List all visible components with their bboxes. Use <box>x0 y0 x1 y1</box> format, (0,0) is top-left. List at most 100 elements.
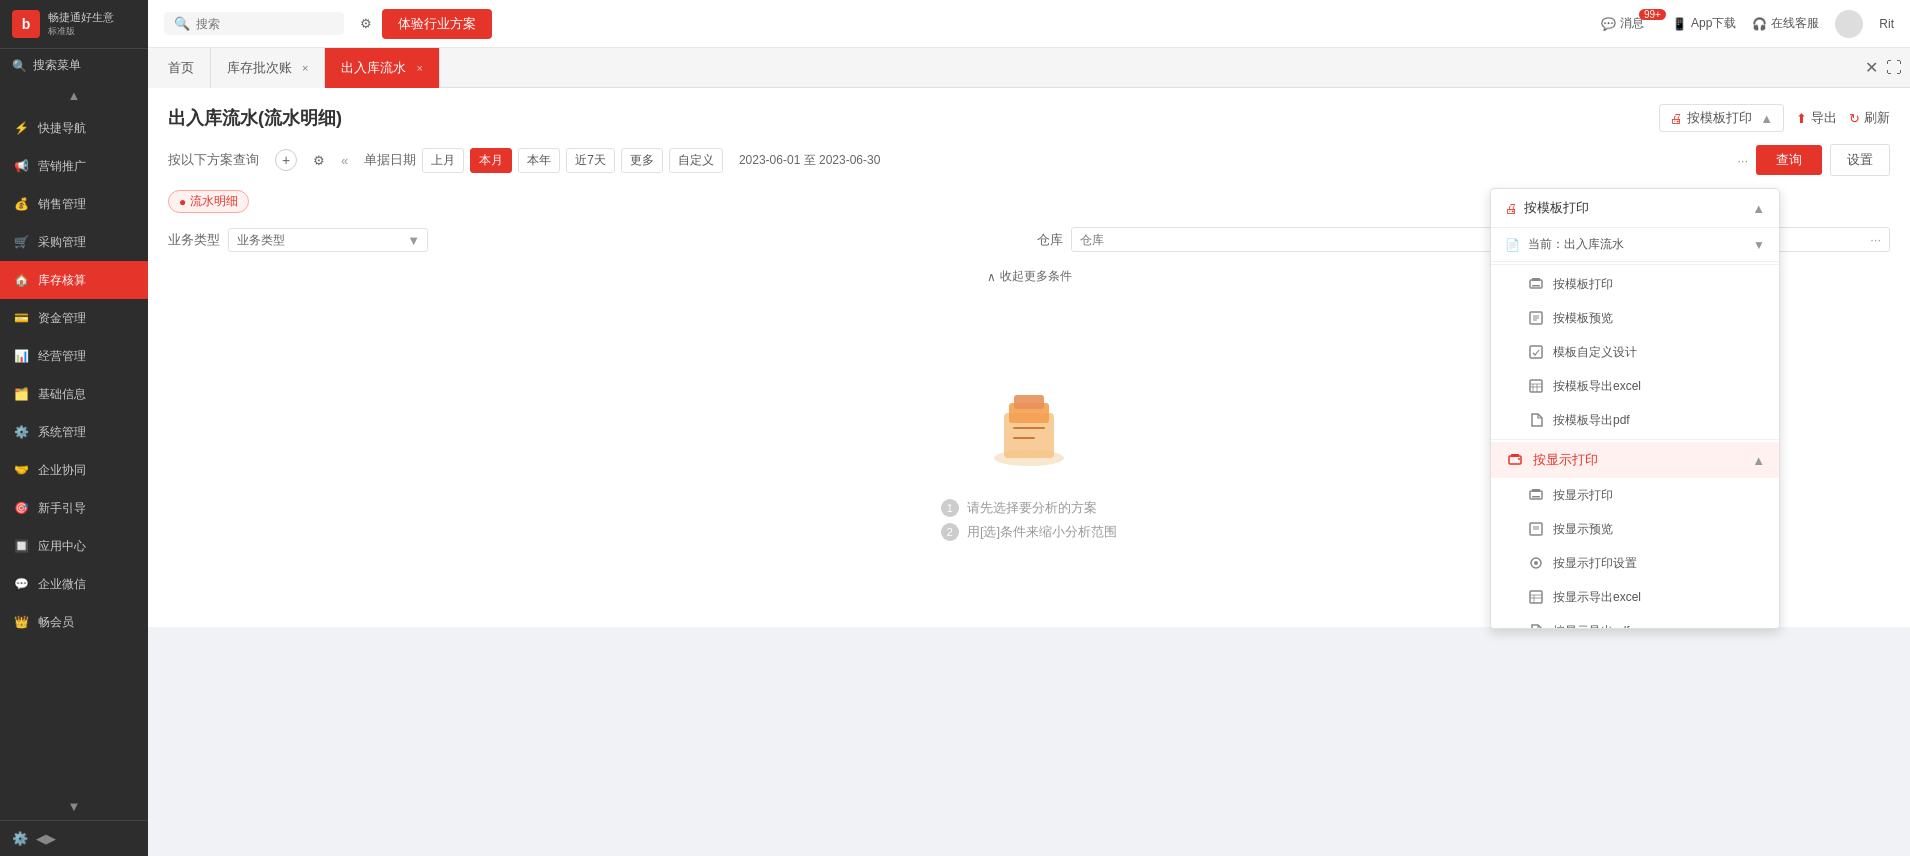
refresh-btn[interactable]: ↻ 刷新 <box>1849 109 1890 127</box>
tab-batch-account[interactable]: 库存批次账 × <box>211 48 325 88</box>
cooperation-icon: 🤝 <box>12 461 30 479</box>
tab-home[interactable]: 首页 <box>148 48 211 88</box>
sidebar-item-vip[interactable]: 👑 畅会员 <box>0 603 148 641</box>
sidebar-item-finance[interactable]: 💳 资金管理 <box>0 299 148 337</box>
filter-dots[interactable]: ··· <box>1737 153 1748 168</box>
date-filter-label: 单据日期 <box>364 151 416 169</box>
header-avatar[interactable] <box>1835 10 1863 38</box>
display-print-settings-icon <box>1527 554 1545 572</box>
dropdown-item-display-export-pdf[interactable]: 按显示导出pdf <box>1491 614 1779 628</box>
sidebar-item-apps[interactable]: 🔲 应用中心 <box>0 527 148 565</box>
header-online-service[interactable]: 🎧 在线客服 <box>1752 15 1819 32</box>
sidebar-item-sales[interactable]: 💰 销售管理 <box>0 185 148 223</box>
sidebar-logo[interactable]: b 畅捷通好生意 标准版 <box>0 0 148 49</box>
header-search-input[interactable] <box>196 17 316 31</box>
sidebar-item-label: 快捷导航 <box>38 120 86 137</box>
finance-icon: 💳 <box>12 309 30 327</box>
dropdown-item-display-export-excel[interactable]: 按显示导出excel <box>1491 580 1779 614</box>
tab-close-all-btn[interactable]: ✕ <box>1865 58 1878 77</box>
sidebar-item-operations[interactable]: 📊 经营管理 <box>0 337 148 375</box>
business-type-label: 业务类型 <box>168 231 220 249</box>
sidebar-item-inventory[interactable]: 🏠 库存核算 <box>0 261 148 299</box>
tab-flow-detail-label: 出入库流水 <box>341 59 406 77</box>
message-badge: 99+ <box>1639 9 1666 20</box>
tab-minimize-btn[interactable]: ⛶ <box>1886 59 1902 77</box>
logo-badge: 标准版 <box>48 25 114 38</box>
filter-gear-icon[interactable]: ⚙ <box>313 153 325 168</box>
collapse-more-btn[interactable]: ∧ 收起更多条件 <box>981 262 1078 291</box>
header-app-download[interactable]: 📱 App下载 <box>1672 15 1736 32</box>
template-customize-label: 模板自定义设计 <box>1553 344 1637 361</box>
sidebar-item-quick-nav[interactable]: ⚡ 快捷导航 <box>0 109 148 147</box>
date-btn-this-month[interactable]: 本月 <box>470 148 512 173</box>
sidebar-item-label: 基础信息 <box>38 386 86 403</box>
sidebar-item-label: 新手引导 <box>38 500 86 517</box>
date-btn-more[interactable]: 更多 <box>621 148 663 173</box>
header-message[interactable]: 💬 消息 99+ <box>1601 15 1656 32</box>
settings-btn[interactable]: 设置 <box>1830 144 1890 176</box>
template-export-pdf-label: 按模板导出pdf <box>1553 412 1630 429</box>
dropdown-item-template-preview[interactable]: 按模板预览 <box>1491 301 1779 335</box>
sidebar-item-wechat[interactable]: 💬 企业微信 <box>0 565 148 603</box>
print-template-btn[interactable]: 🖨 按模板打印 ▲ <box>1659 104 1784 132</box>
top-header: 🔍 ⚙ 体验行业方案 💬 消息 99+ 📱 App下载 🎧 <box>148 0 1910 48</box>
tab-flow-detail-close[interactable]: × <box>416 62 422 74</box>
date-btn-last-month[interactable]: 上月 <box>422 148 464 173</box>
sidebar-item-guide[interactable]: 🎯 新手引导 <box>0 489 148 527</box>
dropdown-item-template-export-excel[interactable]: 按模板导出excel <box>1491 369 1779 403</box>
svg-rect-7 <box>1532 278 1540 281</box>
svg-rect-13 <box>1530 346 1542 358</box>
tab-batch-account-close[interactable]: × <box>302 62 308 74</box>
sidebar-item-basic[interactable]: 🗂️ 基础信息 <box>0 375 148 413</box>
dropdown-item-display-preview[interactable]: 按显示预览 <box>1491 512 1779 546</box>
dropdown-header-up-icon[interactable]: ▲ <box>1752 201 1765 216</box>
date-btn-custom[interactable]: 自定义 <box>669 148 723 173</box>
sidebar-scroll-down[interactable]: ▼ <box>64 795 85 818</box>
filter-tag-item[interactable]: ● 流水明细 <box>168 190 249 213</box>
basic-icon: 🗂️ <box>12 385 30 403</box>
dropdown-item-template-customize[interactable]: 模板自定义设计 <box>1491 335 1779 369</box>
settings-icon[interactable]: ⚙️ <box>12 831 28 846</box>
apps-icon: 🔲 <box>12 537 30 555</box>
header-search-bar[interactable]: 🔍 <box>164 12 344 35</box>
header-gear-icon[interactable]: ⚙ <box>360 16 372 31</box>
sidebar-item-purchase[interactable]: 🛒 采购管理 <box>0 223 148 261</box>
service-label: 在线客服 <box>1771 15 1819 32</box>
date-btn-this-year[interactable]: 本年 <box>518 148 560 173</box>
dropdown-item-display-print[interactable]: 按显示打印 <box>1491 478 1779 512</box>
sidebar-item-system[interactable]: ⚙️ 系统管理 <box>0 413 148 451</box>
header-username[interactable]: Rit <box>1879 17 1894 31</box>
filter-add-btn[interactable]: + <box>275 149 297 171</box>
dropdown-item-template-export-pdf[interactable]: 按模板导出pdf <box>1491 403 1779 437</box>
display-print-section-icon <box>1505 450 1525 470</box>
export-btn[interactable]: ⬆ 导出 <box>1796 109 1837 127</box>
sidebar-item-cooperation[interactable]: 🤝 企业协同 <box>0 451 148 489</box>
dropdown-item-template-print[interactable]: 按模板打印 <box>1491 267 1779 301</box>
sidebar-item-marketing[interactable]: 📢 营销推广 <box>0 147 148 185</box>
tab-bar-right: ✕ ⛶ <box>1865 58 1910 77</box>
trial-btn[interactable]: 体验行业方案 <box>382 9 492 39</box>
search-icon: 🔍 <box>12 59 27 73</box>
svg-point-29 <box>1534 561 1538 565</box>
display-print-section-arrow-up: ▲ <box>1752 453 1765 468</box>
svg-rect-24 <box>1532 496 1540 498</box>
tab-bar: 首页 库存批次账 × 出入库流水 × ✕ ⛶ <box>148 48 1910 88</box>
query-btn[interactable]: 查询 <box>1756 145 1822 175</box>
filter-collapse-icon[interactable]: « <box>341 153 348 168</box>
sidebar-search[interactable]: 🔍 搜索菜单 <box>0 49 148 82</box>
svg-rect-30 <box>1530 591 1542 603</box>
wechat-icon: 💬 <box>12 575 30 593</box>
sidebar-scroll-up[interactable]: ▲ <box>64 84 85 107</box>
dropdown-current-section[interactable]: 📄 当前：出入库流水 ▼ <box>1491 228 1779 262</box>
header-search-icon: 🔍 <box>174 16 190 31</box>
date-btn-last-7[interactable]: 近7天 <box>566 148 615 173</box>
collapse-more-label: 收起更多条件 <box>1000 268 1072 285</box>
display-print-section-header[interactable]: 按显示打印 ▲ <box>1491 442 1779 478</box>
dropdown-item-display-print-settings[interactable]: 按显示打印设置 <box>1491 546 1779 580</box>
page-title: 出入库流水(流水明细) <box>168 106 342 130</box>
business-type-select[interactable]: 业务类型 <box>228 228 428 252</box>
collapse-sidebar-icon[interactable]: ◀▶ <box>36 831 56 846</box>
tab-flow-detail[interactable]: 出入库流水 × <box>325 48 439 88</box>
content-wrapper: 出入库流水(流水明细) 🖨 按模板打印 ▲ ⬆ 导出 ↻ <box>148 88 1910 856</box>
warehouse-dots-icon[interactable]: ··· <box>1870 232 1881 247</box>
